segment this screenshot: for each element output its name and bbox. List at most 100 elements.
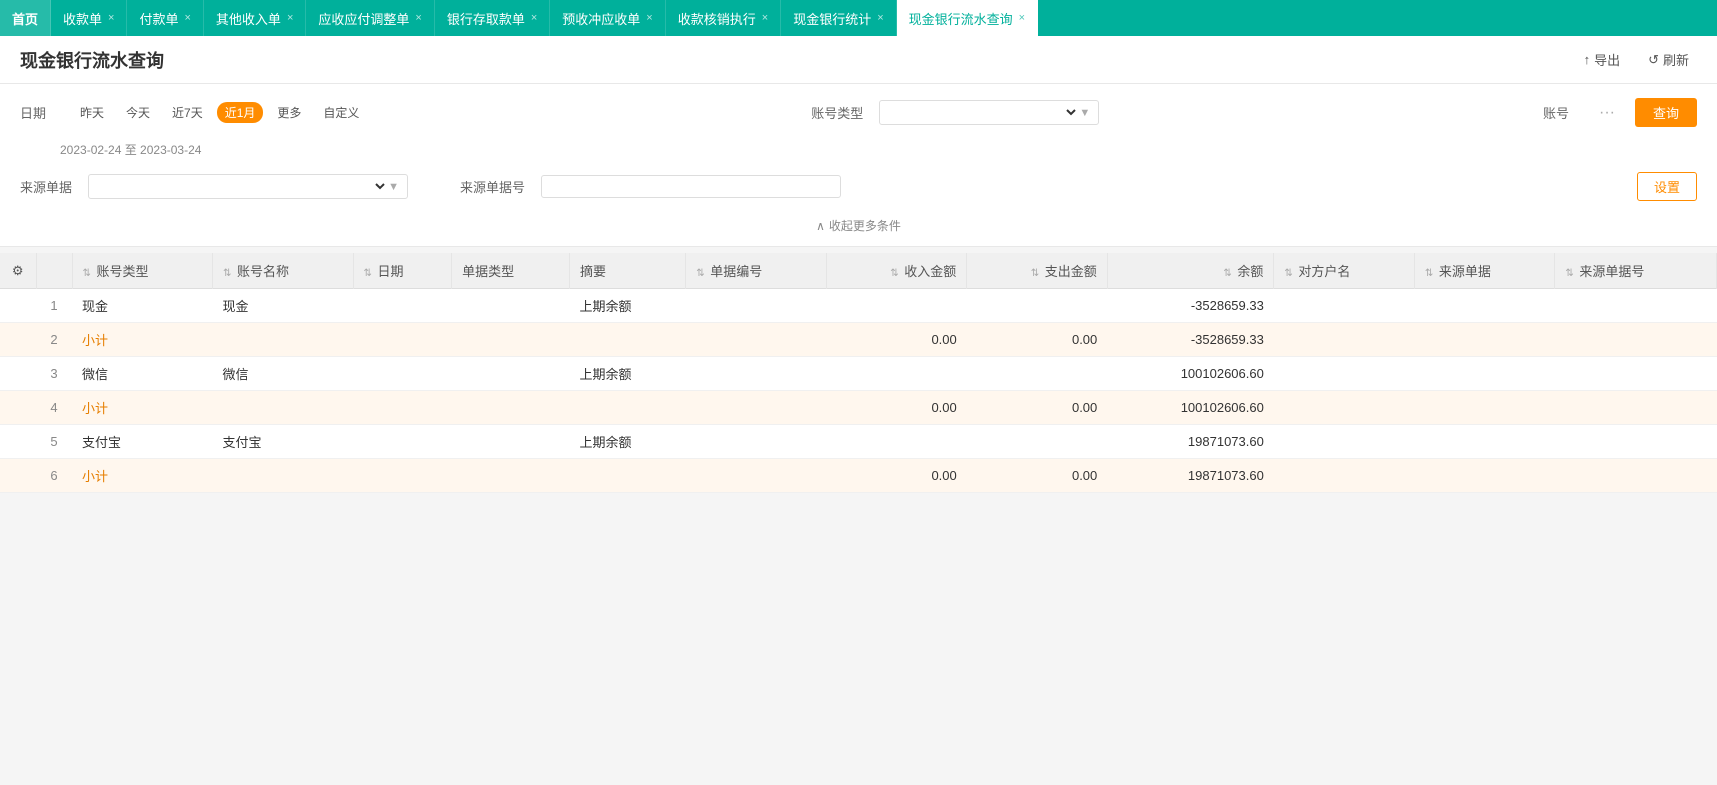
cell-balance: -3528659.33: [1107, 323, 1274, 357]
cell-account-type: 小计: [72, 459, 213, 493]
source-doc-no-input[interactable]: [541, 175, 841, 198]
th-income[interactable]: ⇅ 收入金额: [826, 253, 967, 289]
th-balance[interactable]: ⇅ 余额: [1107, 253, 1274, 289]
cell-date: [353, 357, 452, 391]
source-doc-select-wrapper[interactable]: ▼: [88, 174, 408, 199]
th-source-doc-no[interactable]: ⇅ 来源单据号: [1555, 253, 1717, 289]
table-row: 4 小计 0.00 0.00 100102606.60: [0, 391, 1717, 425]
cell-doc-no: [686, 425, 827, 459]
account-type-select-wrapper[interactable]: ▼: [879, 100, 1099, 125]
date-btn-1month[interactable]: 近1月: [217, 102, 264, 123]
settings-gear-icon: ⚙: [12, 263, 24, 278]
table-row: 2 小计 0.00 0.00 -3528659.33: [0, 323, 1717, 357]
refresh-button[interactable]: ↺ 刷新: [1640, 46, 1697, 73]
nav-ar-ap-adjust-close[interactable]: ×: [415, 12, 421, 24]
cell-income: 0.00: [826, 391, 967, 425]
cell-income: [826, 289, 967, 323]
th-counterpart[interactable]: ⇅ 对方户名: [1274, 253, 1415, 289]
cell-income: 0.00: [826, 459, 967, 493]
settings-button[interactable]: 设置: [1637, 172, 1697, 201]
nav-receipt-verify-close[interactable]: ×: [762, 12, 768, 24]
account-type-select[interactable]: [888, 104, 1079, 121]
cell-gear: [0, 289, 36, 323]
cell-summary: 上期余额: [569, 357, 685, 391]
nav-receipt-verify[interactable]: 收款核销执行 ×: [666, 0, 781, 36]
date-btn-more[interactable]: 更多: [269, 102, 309, 123]
header-actions: ↑ 导出 ↺ 刷新: [1576, 46, 1697, 73]
th-date[interactable]: ⇅ 日期: [353, 253, 452, 289]
cell-account-type: 微信: [72, 357, 213, 391]
cell-date: [353, 391, 452, 425]
cell-expense: [967, 289, 1108, 323]
cell-income: 0.00: [826, 323, 967, 357]
th-gear[interactable]: ⚙: [0, 253, 36, 289]
cell-income: [826, 357, 967, 391]
nav-bank-deposit-label: 银行存取款单: [447, 9, 525, 28]
th-doc-type: 单据类型: [452, 253, 570, 289]
filter-row-1: 日期 昨天 今天 近7天 近1月 更多 自定义 账号类型 ▼: [20, 98, 1697, 127]
cell-balance: 19871073.60: [1107, 425, 1274, 459]
nav-cash-flow-query-close[interactable]: ×: [1019, 12, 1025, 24]
nav-cash-bank-stat[interactable]: 现金银行统计 ×: [781, 0, 896, 36]
date-btn-7days[interactable]: 近7天: [164, 102, 211, 123]
cell-account-type: 小计: [72, 323, 213, 357]
date-btn-yesterday[interactable]: 昨天: [72, 102, 112, 123]
source-doc-label: 来源单据: [20, 177, 72, 196]
collapse-bar[interactable]: ∧ 收起更多条件: [20, 211, 1697, 236]
account-no-dots[interactable]: ···: [1595, 104, 1619, 122]
nav-receipt-close[interactable]: ×: [108, 12, 114, 24]
source-doc-select[interactable]: [97, 178, 388, 195]
th-account-type[interactable]: ⇅ 账号类型: [72, 253, 213, 289]
cell-date: [353, 323, 452, 357]
nav-receipt-label: 收款单: [63, 9, 102, 28]
cell-doc-no: [686, 357, 827, 391]
table-body: 1 现金 现金 上期余额 -3528659.33 2 小计 0.00 0.00 …: [0, 289, 1717, 493]
data-table: ⚙ ⇅ 账号类型 ⇅ 账号名称 ⇅ 日期 单据类型 摘要 ⇅: [0, 253, 1717, 493]
cell-summary: 上期余额: [569, 289, 685, 323]
cell-doc-type: [452, 391, 570, 425]
nav-cash-flow-query[interactable]: 现金银行流水查询 ×: [897, 0, 1038, 36]
th-account-name[interactable]: ⇅ 账号名称: [213, 253, 354, 289]
query-button[interactable]: 查询: [1635, 98, 1697, 127]
cell-source-doc: [1414, 391, 1555, 425]
nav-payment[interactable]: 付款单 ×: [127, 0, 203, 36]
nav-prepaid-offset[interactable]: 预收冲应收单 ×: [550, 0, 665, 36]
export-button[interactable]: ↑ 导出: [1576, 46, 1629, 73]
cell-source-doc-no: [1555, 357, 1717, 391]
cell-date: [353, 459, 452, 493]
cell-source-doc: [1414, 289, 1555, 323]
cell-doc-no: [686, 459, 827, 493]
nav-other-income[interactable]: 其他收入单 ×: [204, 0, 306, 36]
nav-payment-close[interactable]: ×: [184, 12, 190, 24]
date-btn-custom[interactable]: 自定义: [315, 102, 367, 123]
nav-other-income-close[interactable]: ×: [287, 12, 293, 24]
sort-icon-expense: ⇅: [1031, 268, 1039, 279]
nav-home[interactable]: 首页: [0, 0, 51, 36]
cell-expense: [967, 425, 1108, 459]
cell-expense: 0.00: [967, 323, 1108, 357]
cell-counterpart: [1274, 425, 1415, 459]
cell-gear: [0, 425, 36, 459]
cell-num: 3: [36, 357, 72, 391]
nav-bank-deposit-close[interactable]: ×: [531, 12, 537, 24]
th-source-doc[interactable]: ⇅ 来源单据: [1414, 253, 1555, 289]
page-header: 现金银行流水查询 ↑ 导出 ↺ 刷新: [0, 36, 1717, 84]
date-btn-today[interactable]: 今天: [118, 102, 158, 123]
cell-source-doc: [1414, 357, 1555, 391]
nav-cash-bank-stat-close[interactable]: ×: [877, 12, 883, 24]
cell-account-type: 现金: [72, 289, 213, 323]
th-expense[interactable]: ⇅ 支出金额: [967, 253, 1108, 289]
cell-account-name: [213, 323, 354, 357]
nav-bank-deposit[interactable]: 银行存取款单 ×: [435, 0, 550, 36]
th-doc-no[interactable]: ⇅ 单据编号: [686, 253, 827, 289]
cell-account-type: 小计: [72, 391, 213, 425]
cell-num: 1: [36, 289, 72, 323]
account-no-label: 账号: [1543, 103, 1579, 122]
cell-expense: [967, 357, 1108, 391]
cell-source-doc-no: [1555, 323, 1717, 357]
nav-prepaid-offset-close[interactable]: ×: [646, 12, 652, 24]
nav-receipt[interactable]: 收款单 ×: [51, 0, 127, 36]
nav-ar-ap-adjust[interactable]: 应收应付调整单 ×: [306, 0, 434, 36]
cell-source-doc: [1414, 425, 1555, 459]
account-type-label: 账号类型: [811, 103, 863, 122]
